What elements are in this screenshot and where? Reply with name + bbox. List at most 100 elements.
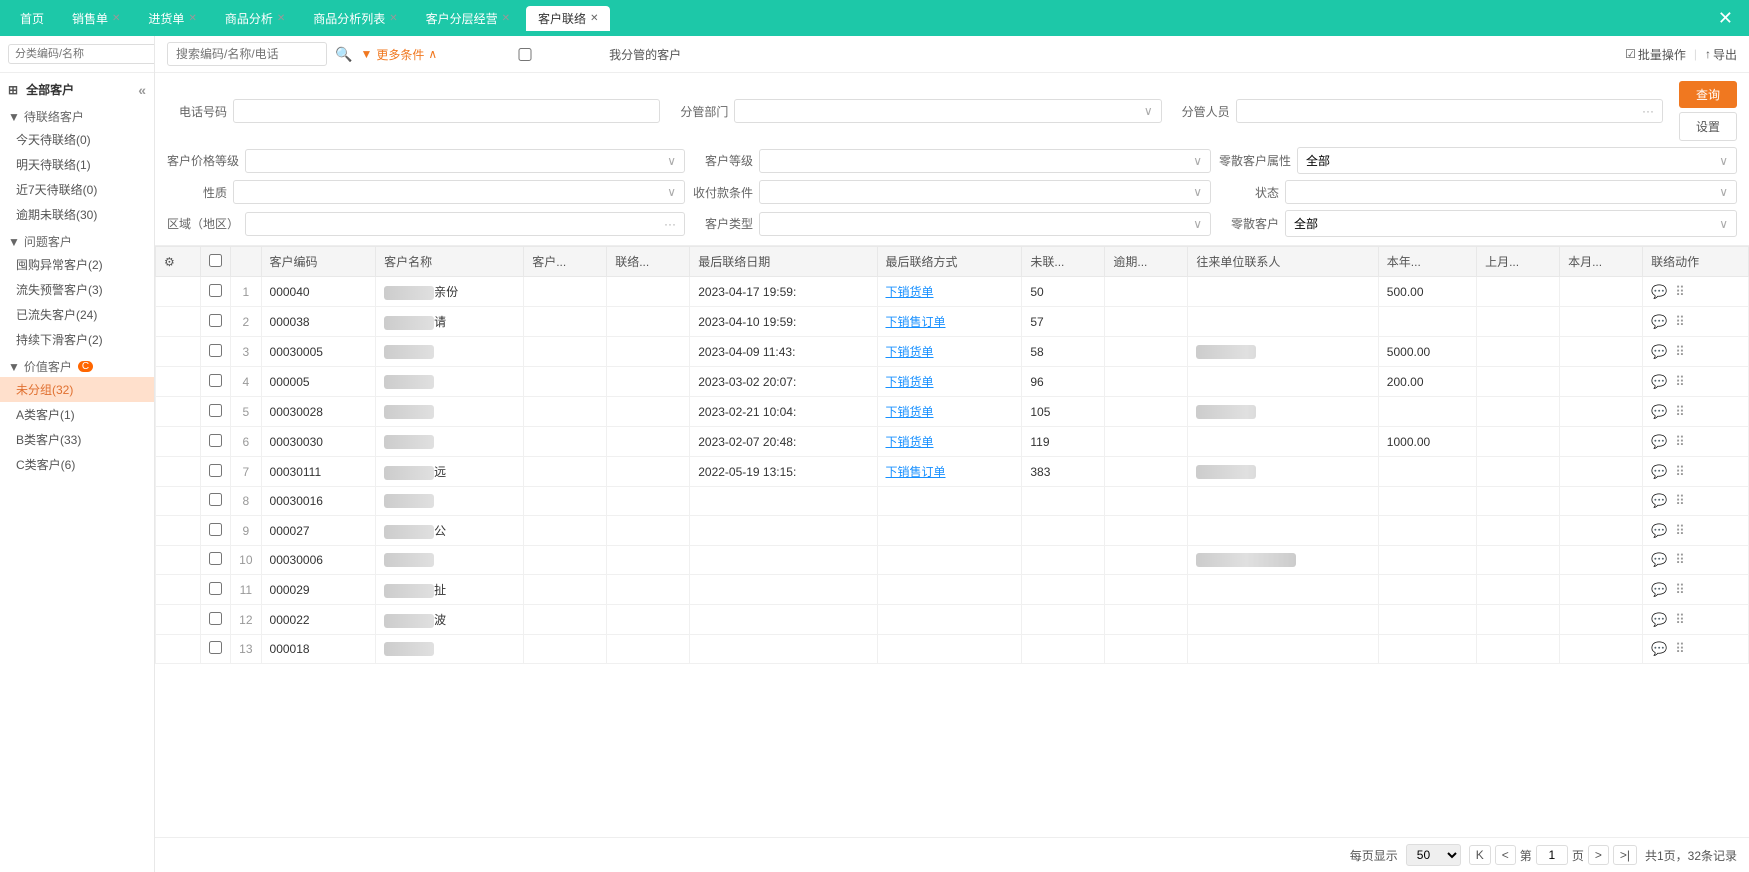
row-settings[interactable] [156, 635, 201, 664]
my-customers-checkbox[interactable] [445, 48, 605, 61]
sidebar-item-tomorrow[interactable]: 明天待联络(1) [0, 152, 154, 177]
sidebar-item-c-class[interactable]: C类客户(6) [0, 452, 154, 477]
row-checkbox[interactable] [209, 641, 222, 654]
chat-icon[interactable]: 💬 [1651, 314, 1667, 330]
qr-icon[interactable]: ⠿ [1675, 284, 1685, 300]
sidebar-search-input[interactable] [8, 44, 155, 64]
price-level-select[interactable]: ∨ [245, 149, 685, 173]
nav-tab-analysis[interactable]: 商品分析 ✕ [213, 6, 297, 31]
nav-home[interactable]: 首页 [8, 6, 56, 31]
qr-icon[interactable]: ⠿ [1675, 523, 1685, 539]
page-size-select[interactable]: 50 20 100 [1406, 844, 1461, 866]
col-last-method-header[interactable]: 最后联络方式 [877, 247, 1022, 277]
nav-tab-customer-contact[interactable]: 客户联络 ✕ [526, 6, 610, 31]
manager-select[interactable]: ··· [1236, 99, 1663, 123]
phone-input[interactable] [233, 99, 660, 123]
chat-icon[interactable]: 💬 [1651, 434, 1667, 450]
row-checkbox[interactable] [209, 612, 222, 625]
region-select[interactable]: ··· [245, 212, 685, 236]
chat-icon[interactable]: 💬 [1651, 523, 1667, 539]
batch-ops-button[interactable]: ☑ 批量操作 [1625, 46, 1686, 63]
sidebar-item-today[interactable]: 今天待联络(0) [0, 127, 154, 152]
qr-icon[interactable]: ⠿ [1675, 314, 1685, 330]
row-last-method[interactable] [877, 635, 1022, 664]
col-settings[interactable]: ⚙ [156, 247, 201, 277]
page-number-input[interactable] [1536, 845, 1568, 865]
qr-icon[interactable]: ⠿ [1675, 493, 1685, 509]
export-button[interactable]: ↑ 导出 [1705, 46, 1737, 63]
col-this-month-header[interactable]: 本月... [1560, 247, 1643, 277]
more-conditions-button[interactable]: ▼ 更多条件 ∧ [360, 46, 437, 63]
all-customers-header[interactable]: ⊞ 全部客户 « [0, 73, 154, 102]
row-checkbox[interactable] [209, 314, 222, 327]
row-last-method[interactable] [877, 575, 1022, 605]
qr-icon[interactable]: ⠿ [1675, 404, 1685, 420]
sidebar-item-overdue[interactable]: 逾期未联络(30) [0, 202, 154, 227]
col-overdue-header[interactable]: 逾期... [1105, 247, 1188, 277]
sidebar-item-b-class[interactable]: B类客户(33) [0, 427, 154, 452]
row-last-method[interactable]: 下销售订单 [877, 457, 1022, 487]
close-icon[interactable]: ✕ [188, 13, 196, 24]
nav-tab-analysis-list[interactable]: 商品分析列表 ✕ [301, 6, 409, 31]
reset-button[interactable]: 设置 [1679, 112, 1737, 141]
close-icon[interactable]: ✕ [389, 13, 397, 24]
customer-level-select[interactable]: ∨ [759, 149, 1211, 173]
row-checkbox[interactable] [209, 344, 222, 357]
prev-page-button[interactable]: < [1495, 845, 1516, 865]
select-all-checkbox[interactable] [209, 254, 222, 267]
col-name-header[interactable]: 客户名称 [376, 247, 524, 277]
row-settings[interactable] [156, 427, 201, 457]
qr-icon[interactable]: ⠿ [1675, 344, 1685, 360]
close-icon[interactable]: ✕ [590, 13, 598, 24]
row-settings[interactable] [156, 605, 201, 635]
close-icon[interactable]: ✕ [502, 13, 510, 24]
chat-icon[interactable]: 💬 [1651, 464, 1667, 480]
col-checkbox-header[interactable] [201, 247, 231, 277]
sidebar-item-7days[interactable]: 近7天待联络(0) [0, 177, 154, 202]
qr-icon[interactable]: ⠿ [1675, 612, 1685, 628]
chat-icon[interactable]: 💬 [1651, 344, 1667, 360]
qr-icon[interactable]: ⠿ [1675, 582, 1685, 598]
row-checkbox[interactable] [209, 434, 222, 447]
row-settings[interactable] [156, 397, 201, 427]
row-checkbox[interactable] [209, 464, 222, 477]
close-icon[interactable]: ✕ [277, 13, 285, 24]
row-last-method[interactable] [877, 546, 1022, 575]
row-checkbox[interactable] [209, 523, 222, 536]
row-last-method[interactable] [877, 605, 1022, 635]
row-last-method[interactable]: 下销货单 [877, 427, 1022, 457]
row-checkbox[interactable] [209, 493, 222, 506]
row-checkbox[interactable] [209, 404, 222, 417]
qr-icon[interactable]: ⠿ [1675, 464, 1685, 480]
nav-tab-customer-mgmt[interactable]: 客户分层经营 ✕ [414, 6, 522, 31]
sidebar-item-declining[interactable]: 持续下滑客户(2) [0, 327, 154, 352]
row-settings[interactable] [156, 307, 201, 337]
status-select[interactable]: ∨ [1285, 180, 1737, 204]
qr-icon[interactable]: ⠿ [1675, 434, 1685, 450]
dept-select[interactable]: ∨ [734, 99, 1161, 123]
search-input[interactable] [167, 42, 327, 66]
qr-icon[interactable]: ⠿ [1675, 552, 1685, 568]
row-settings[interactable] [156, 277, 201, 307]
col-unit-contact-header[interactable]: 往来单位联系人 [1188, 247, 1378, 277]
row-last-method[interactable]: 下销售订单 [877, 307, 1022, 337]
sidebar-item-ungraded[interactable]: 未分组(32) [0, 377, 154, 402]
qr-icon[interactable]: ⠿ [1675, 374, 1685, 390]
chat-icon[interactable]: 💬 [1651, 582, 1667, 598]
sidebar-item-churn-warn[interactable]: 流失预警客户(3) [0, 277, 154, 302]
row-settings[interactable] [156, 337, 201, 367]
row-checkbox[interactable] [209, 552, 222, 565]
retail-attr-select[interactable]: 全部 ∨ [1297, 147, 1737, 174]
col-code-header[interactable]: 客户编码 [261, 247, 376, 277]
row-last-method[interactable]: 下销货单 [877, 337, 1022, 367]
sidebar-item-a-class[interactable]: A类客户(1) [0, 402, 154, 427]
retail-customer-select[interactable]: 全部 ∨ [1285, 210, 1737, 237]
chat-icon[interactable]: 💬 [1651, 404, 1667, 420]
row-last-method[interactable] [877, 516, 1022, 546]
col-last-month-header[interactable]: 上月... [1477, 247, 1560, 277]
col-contact-header[interactable]: 联络... [607, 247, 690, 277]
row-last-method[interactable]: 下销货单 [877, 397, 1022, 427]
last-page-button[interactable]: >| [1613, 845, 1637, 865]
row-settings[interactable] [156, 487, 201, 516]
row-settings[interactable] [156, 367, 201, 397]
